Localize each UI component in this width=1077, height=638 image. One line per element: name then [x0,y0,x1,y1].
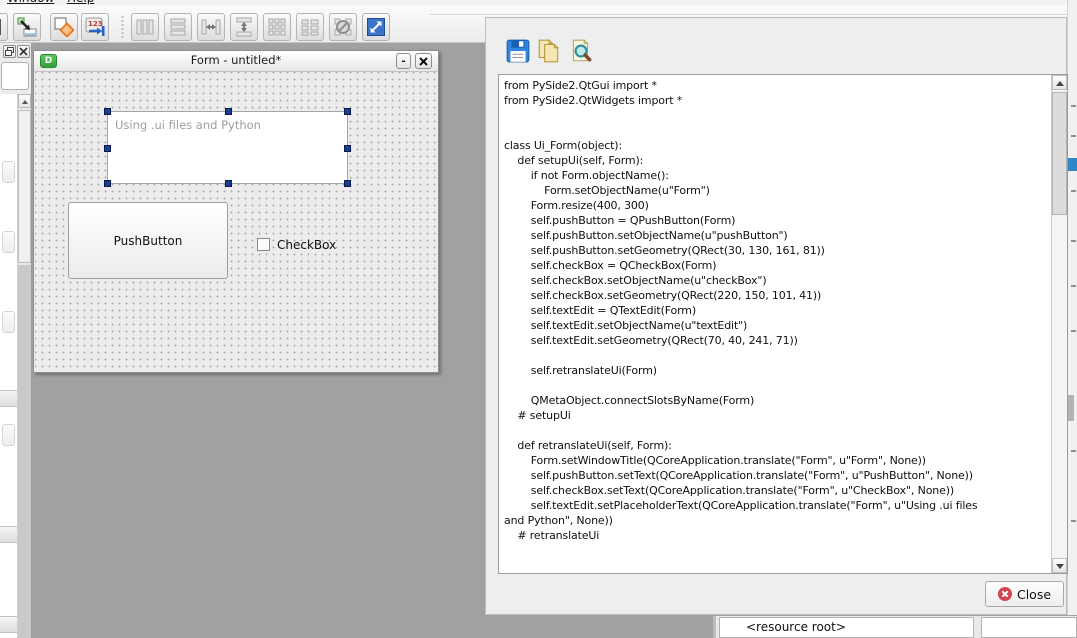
layout-vertical-button[interactable] [164,13,192,41]
push-button-widget[interactable]: PushButton [68,202,228,279]
toolbar-groove [430,14,1077,16]
code-scrollbar[interactable] [1051,75,1067,573]
form-canvas[interactable]: Using .ui files and Python PushButton Ch… [35,72,437,371]
widget-box-scrollbar[interactable] [17,94,31,638]
adjust-size-icon [366,17,386,37]
scroll-up-icon[interactable] [18,94,31,108]
edit-tab-order-icon: 123 [85,17,105,37]
resource-root-item[interactable]: <resource root> [719,617,974,638]
generated-code: from PySide2.QtGui import * from PySide2… [504,78,1047,571]
edit-buddies-button[interactable] [50,13,78,41]
widget-filter-input[interactable] [1,62,29,90]
svg-text:123: 123 [88,20,103,28]
layout-vertical-splitter-button[interactable] [230,13,258,41]
close-dialog-button[interactable]: Close [985,581,1064,607]
tree-branch-tick [1071,450,1076,452]
scrollbar-track[interactable] [18,265,31,638]
property-editor-sliver [1067,0,1077,615]
widget-item[interactable] [2,424,15,446]
text-edit-widget[interactable]: Using .ui files and Python [107,111,348,184]
edit-buddies-icon [54,17,74,37]
resize-handle[interactable] [104,108,111,115]
check-box-widget[interactable]: CheckBox [257,231,358,258]
adjust-size-button[interactable] [362,13,390,41]
minimize-button[interactable]: - [396,53,411,69]
layout-grid-icon [267,17,287,37]
edit-widgets-button[interactable] [0,13,8,41]
layout-form-button[interactable] [296,13,324,41]
widget-item[interactable] [2,311,15,333]
scrollbar-thumb[interactable] [18,110,31,263]
selected-row-sliver [1068,158,1077,171]
resource-browser-panel: <resource root> [713,616,1077,638]
dock-float-button[interactable] [3,45,16,58]
resize-handle[interactable] [344,108,351,115]
close-button[interactable] [415,53,432,69]
scroll-sliver [1068,395,1074,421]
edit-signals-slots-button[interactable] [13,13,41,41]
resource-preview-box [981,617,1077,638]
resize-handle[interactable] [225,108,232,115]
widget-box-list[interactable] [0,94,17,638]
code-view[interactable]: from PySide2.QtGui import * from PySide2… [498,74,1068,574]
resize-handle[interactable] [104,180,111,187]
widget-item[interactable] [2,161,15,183]
tree-branch-tick [1071,330,1076,332]
form-window-title: Form - untitled* [34,53,438,67]
resize-handle[interactable] [344,180,351,187]
text-edit-placeholder: Using .ui files and Python [115,118,261,132]
break-layout-icon [333,17,353,37]
layout-grid-button[interactable] [263,13,291,41]
close-circle-icon [998,587,1012,601]
resize-handle[interactable] [344,145,351,152]
layout-vertical-splitter-icon [234,17,254,37]
widget-category-header[interactable] [0,526,17,543]
find-icon [568,38,595,64]
tree-branch-tick [1071,240,1076,242]
copy-icon [536,38,563,64]
toolbar-separator [121,15,124,39]
resize-handle[interactable] [104,145,111,152]
widget-item[interactable] [2,231,15,253]
scrollbar-thumb[interactable] [1052,92,1067,215]
close-icon [19,47,28,56]
widget-category-header[interactable] [0,616,17,633]
checkbox-label: CheckBox [277,238,336,252]
checkbox-indicator[interactable] [257,238,270,251]
find-button[interactable] [568,38,595,65]
form-designer-window: D Form - untitled* - Using .ui files and… [33,50,439,373]
float-icon [5,47,14,56]
save-button[interactable] [505,38,532,65]
widget-box-panel [0,43,32,638]
tree-branch-tick [1071,285,1076,287]
scroll-down-icon[interactable] [1052,558,1067,573]
close-button-label: Close [1017,587,1051,602]
break-layout-button[interactable] [329,13,357,41]
qt-designer-screen: Window Help [0,0,1077,638]
tree-branch-tick [1071,105,1076,107]
code-preview-dialog: from PySide2.QtGui import * from PySide2… [485,17,1067,615]
resize-handle[interactable] [225,180,232,187]
edit-signals-slots-icon [17,17,37,37]
dock-close-button[interactable] [17,45,30,58]
tree-branch-tick [1071,190,1076,192]
layout-horizontal-splitter-icon [201,17,221,37]
close-icon [419,57,428,66]
tree-branch-tick [1071,520,1076,522]
layout-horizontal-button[interactable] [131,13,159,41]
layout-form-icon [300,17,320,37]
edit-widgets-icon [0,17,4,37]
layout-vertical-icon [168,17,188,37]
copy-button[interactable] [536,38,563,65]
save-icon [505,38,532,64]
tree-branch-tick [1071,135,1076,137]
form-window-titlebar[interactable]: D Form - untitled* - [34,51,438,72]
layout-horizontal-icon [135,17,155,37]
widget-category-header[interactable] [0,390,17,407]
scroll-up-icon[interactable] [1052,75,1067,90]
layout-horizontal-splitter-button[interactable] [197,13,225,41]
edit-tab-order-button[interactable]: 123 [81,13,109,41]
